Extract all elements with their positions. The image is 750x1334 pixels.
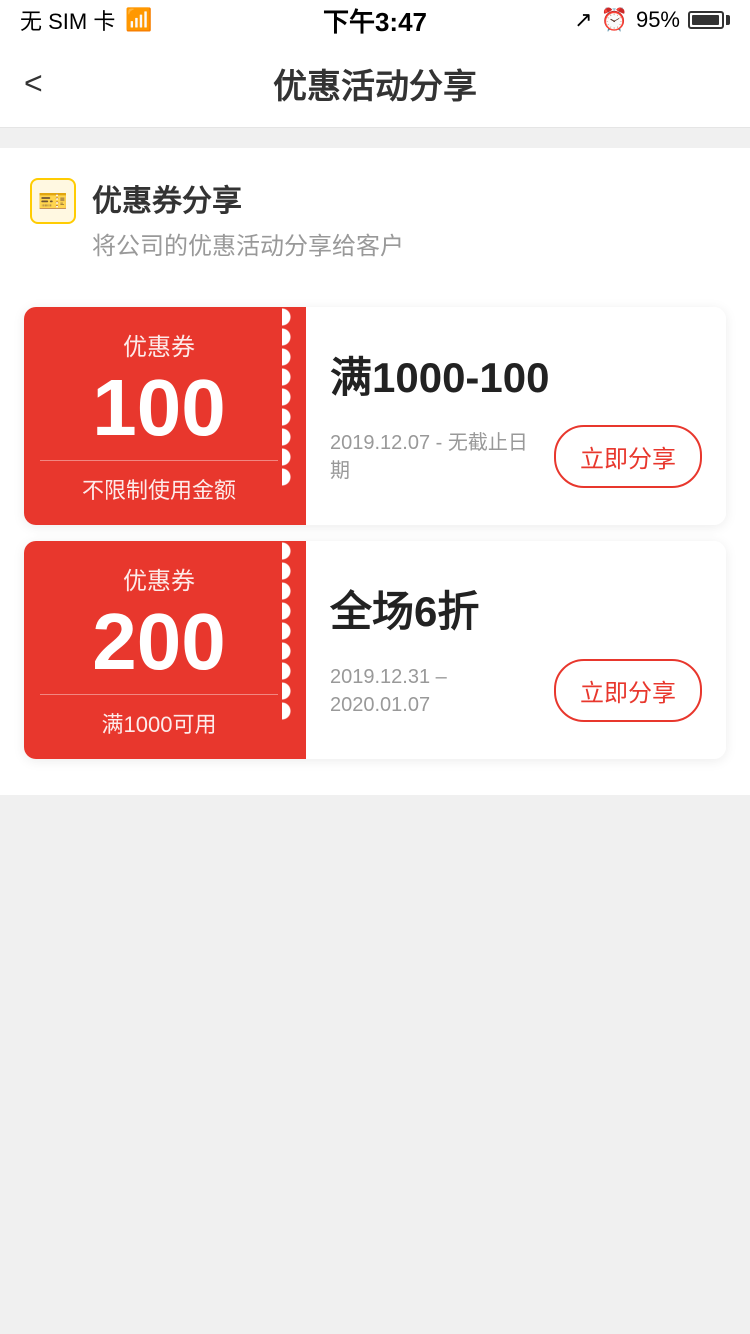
section-subtitle: 将公司的优惠活动分享给客户: [92, 226, 404, 261]
coupon-footer-1: 2019.12.07 - 无截止日期 立即分享: [330, 425, 702, 488]
coupon-icon: 🎫: [38, 187, 68, 216]
nav-bar: < 优惠活动分享: [0, 40, 750, 128]
coupon-amount-2: 200: [92, 602, 225, 682]
share-button-2[interactable]: 立即分享: [554, 659, 702, 722]
status-right: ↗ ⏰ 95%: [574, 7, 730, 33]
section-header: 🎫 优惠券分享 将公司的优惠活动分享给客户: [0, 148, 750, 281]
coupon-label-2: 优惠券: [123, 561, 195, 596]
coupon-divider-1: [40, 460, 278, 461]
coupon-condition-1: 不限制使用金额: [82, 473, 236, 505]
coupons-area: 优惠券 100 不限制使用金额 满1000-100 2019.12.07 - 无…: [0, 281, 750, 795]
page-title: 优惠活动分享: [273, 59, 477, 108]
back-button[interactable]: <: [24, 65, 43, 102]
status-bar: 无 SIM 卡 📶 下午3:47 ↗ ⏰ 95%: [0, 0, 750, 40]
coupon-left-1: 优惠券 100 不限制使用金额: [24, 307, 294, 525]
coupon-date-1: 2019.12.07 - 无截止日期: [330, 429, 544, 485]
wifi-icon: 📶: [125, 7, 152, 33]
coupon-date-2: 2019.12.31 – 2020.01.07: [330, 663, 544, 719]
coupon-amount-1: 100: [92, 368, 225, 448]
coupon-divider-2: [40, 694, 278, 695]
coupon-card-2: 优惠券 200 满1000可用 全场6折 2019.12.31 – 2020.0…: [24, 541, 726, 759]
coupon-condition-2: 满1000可用: [102, 707, 217, 739]
location-icon: ↗: [574, 7, 592, 33]
coupon-card-1: 优惠券 100 不限制使用金额 满1000-100 2019.12.07 - 无…: [24, 307, 726, 525]
battery-icon: [688, 11, 730, 29]
carrier-label: 无 SIM 卡: [20, 4, 115, 36]
section-text: 优惠券分享 将公司的优惠活动分享给客户: [92, 176, 404, 261]
battery-percent: 95%: [636, 7, 680, 33]
bottom-area: [0, 795, 750, 1195]
coupon-title-1: 满1000-100: [330, 344, 702, 405]
coupon-left-2: 优惠券 200 满1000可用: [24, 541, 294, 759]
section-title: 优惠券分享: [92, 176, 404, 220]
coupon-label-1: 优惠券: [123, 327, 195, 362]
share-button-1[interactable]: 立即分享: [554, 425, 702, 488]
coupon-right-2: 全场6折 2019.12.31 – 2020.01.07 立即分享: [294, 541, 726, 759]
section-icon: 🎫: [30, 178, 76, 224]
alarm-icon: ⏰: [601, 7, 628, 33]
coupon-footer-2: 2019.12.31 – 2020.01.07 立即分享: [330, 659, 702, 722]
status-left: 无 SIM 卡 📶: [20, 4, 153, 36]
status-time: 下午3:47: [323, 2, 427, 39]
coupon-right-1: 满1000-100 2019.12.07 - 无截止日期 立即分享: [294, 307, 726, 525]
coupon-title-2: 全场6折: [330, 578, 702, 639]
top-divider: [0, 128, 750, 148]
